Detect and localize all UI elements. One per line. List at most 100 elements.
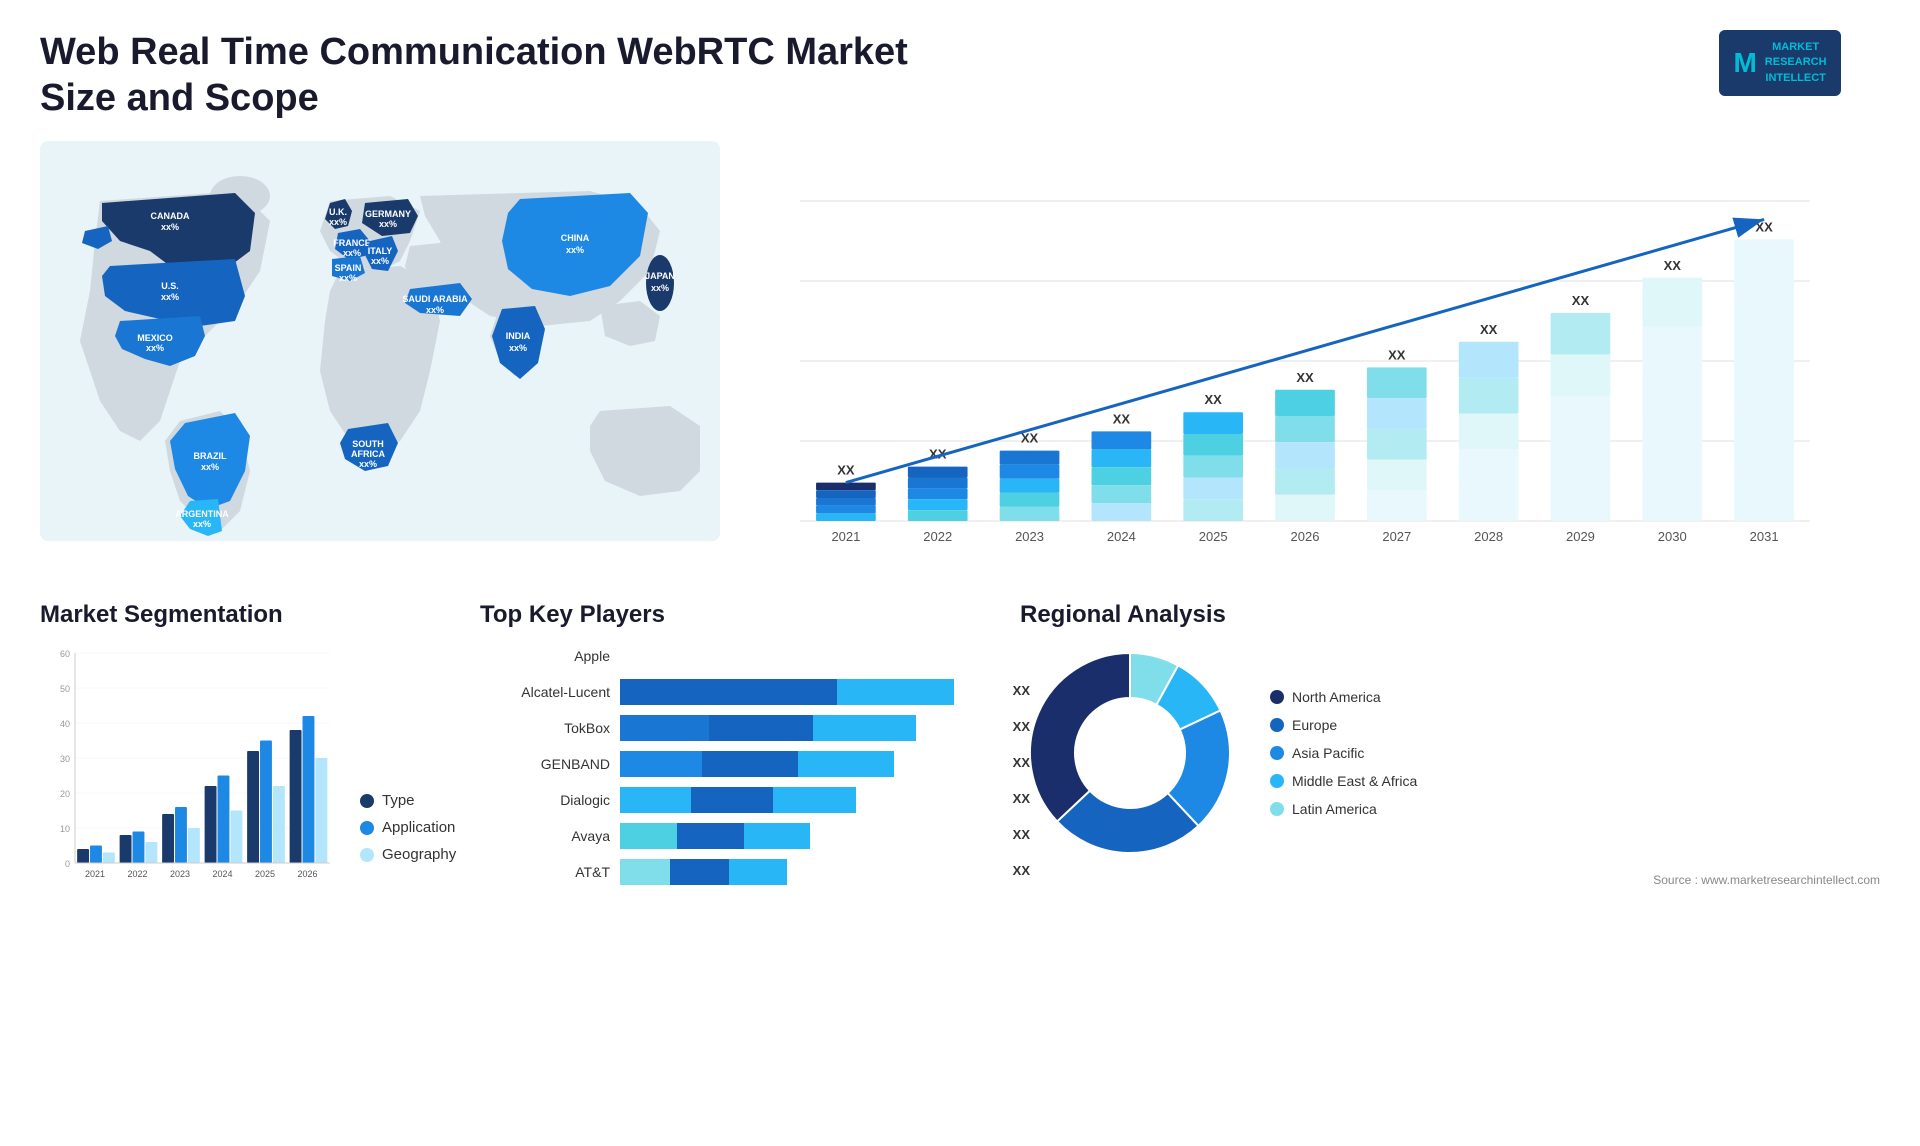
legend-label-application: Application xyxy=(382,819,455,836)
svg-text:2023: 2023 xyxy=(1015,529,1044,544)
svg-text:xx%: xx% xyxy=(193,519,211,529)
china-label: CHINA xyxy=(561,233,590,243)
regional-legend-item: North America xyxy=(1270,689,1417,705)
svg-text:XX: XX xyxy=(1296,370,1314,385)
svg-text:2026: 2026 xyxy=(297,869,317,879)
player-bar-segment xyxy=(620,715,709,741)
legend-type: Type xyxy=(360,792,456,809)
donut-chart xyxy=(1020,643,1240,863)
svg-text:2024: 2024 xyxy=(212,869,232,879)
canada-label: CANADA xyxy=(151,211,190,221)
player-row: Dialogic XX xyxy=(480,787,1000,813)
player-bar-wrap xyxy=(620,643,1000,669)
bar-chart-svg: XX2021XX2022XX2023XX2024XX2025XX2026XX20… xyxy=(760,151,1880,571)
player-bar-segment xyxy=(744,823,811,849)
svg-text:50: 50 xyxy=(60,684,70,694)
svg-text:2028: 2028 xyxy=(1474,529,1503,544)
svg-text:60: 60 xyxy=(60,649,70,659)
players-title: Top Key Players xyxy=(480,601,1000,629)
svg-text:2021: 2021 xyxy=(831,529,860,544)
svg-text:2030: 2030 xyxy=(1658,529,1687,544)
regional-legend-item: Asia Pacific xyxy=(1270,745,1417,761)
regional-legend-item: Latin America xyxy=(1270,801,1417,817)
player-bar-container xyxy=(620,787,1000,813)
regional-legend-dot xyxy=(1270,690,1284,704)
svg-text:xx%: xx% xyxy=(566,245,584,255)
regional-title: Regional Analysis xyxy=(1020,601,1880,629)
player-name: Dialogic xyxy=(480,792,610,808)
svg-text:XX: XX xyxy=(1113,412,1131,427)
player-value: XX xyxy=(1013,863,1030,878)
player-bar-wrap: XX xyxy=(620,715,1000,741)
svg-text:2029: 2029 xyxy=(1566,529,1595,544)
logo: M MARKET RESEARCH INTELLECT xyxy=(1680,30,1880,96)
svg-text:xx%: xx% xyxy=(161,222,179,232)
regional-legend: North America Europe Asia Pacific Middle Ea… xyxy=(1270,689,1417,817)
svg-text:0: 0 xyxy=(65,859,70,869)
players-list: AppleAlcatel-LucentXXTokBoxXXGENBANDXXDi… xyxy=(480,643,1000,885)
player-name: Alcatel-Lucent xyxy=(480,684,610,700)
player-bar-segment xyxy=(729,859,788,885)
us-label: U.S. xyxy=(161,281,179,291)
player-bar-wrap: XX xyxy=(620,679,1000,705)
svg-text:2025: 2025 xyxy=(255,869,275,879)
svg-text:XX: XX xyxy=(1205,392,1223,407)
player-bar-segment xyxy=(620,751,702,777)
player-bar-container xyxy=(620,751,1000,777)
world-map: CANADA xx% U.S. xx% MEXICO xx% BRAZIL xx… xyxy=(40,141,720,541)
regional-legend-label: North America xyxy=(1292,689,1381,705)
player-bar-segment xyxy=(773,787,855,813)
player-bar-wrap: XX xyxy=(620,787,1000,813)
player-name: TokBox xyxy=(480,720,610,736)
legend-dot-geography xyxy=(360,848,374,862)
regional-legend-dot xyxy=(1270,746,1284,760)
france-label: FRANCE xyxy=(333,238,371,248)
svg-text:XX: XX xyxy=(1388,348,1406,363)
regional-legend-label: Asia Pacific xyxy=(1292,745,1364,761)
bar-chart-container: XX2021XX2022XX2023XX2024XX2025XX2026XX20… xyxy=(760,151,1880,571)
top-players-section: Top Key Players Apple Alcatel-Lucent XX Tok… xyxy=(480,601,1000,895)
player-name: Apple xyxy=(480,648,610,664)
svg-text:2027: 2027 xyxy=(1382,529,1411,544)
player-bar-wrap: XX xyxy=(620,859,1000,885)
svg-text:xx%: xx% xyxy=(161,292,179,302)
player-name: Avaya xyxy=(480,828,610,844)
regional-legend-item: Middle East & Africa xyxy=(1270,773,1417,789)
india-label: INDIA xyxy=(506,331,531,341)
svg-text:xx%: xx% xyxy=(509,343,527,353)
player-name: AT&T xyxy=(480,864,610,880)
player-bar-segment xyxy=(670,859,729,885)
svg-text:XX: XX xyxy=(837,463,855,478)
svg-text:xx%: xx% xyxy=(359,459,377,469)
segmentation-chart: 0102030405060202120222023202420252026 Ty… xyxy=(40,643,460,893)
svg-text:2024: 2024 xyxy=(1107,529,1136,544)
logo-line2: RESEARCH xyxy=(1765,56,1827,68)
regional-legend-item: Europe xyxy=(1270,717,1417,733)
player-bar-container xyxy=(620,679,1000,705)
legend-dot-type xyxy=(360,794,374,808)
player-row: AT&T XX xyxy=(480,859,1000,885)
player-bar-segment xyxy=(720,679,837,705)
bottom-row: Market Segmentation 01020304050602021202… xyxy=(40,601,1880,895)
logo-line3: INTELLECT xyxy=(1765,72,1826,84)
italy-label: ITALY xyxy=(368,246,393,256)
source-text: Source : www.marketresearchintellect.com xyxy=(1020,873,1880,887)
player-bar-segment xyxy=(709,715,813,741)
uk-label: U.K. xyxy=(329,207,347,217)
player-bar-segment xyxy=(837,679,954,705)
player-bar-container xyxy=(620,823,1000,849)
svg-text:XX: XX xyxy=(1664,258,1682,273)
map-section: CANADA xx% U.S. xx% MEXICO xx% BRAZIL xx… xyxy=(40,141,720,571)
player-bar-segment xyxy=(620,787,691,813)
svg-text:20: 20 xyxy=(60,789,70,799)
top-row: CANADA xx% U.S. xx% MEXICO xx% BRAZIL xx… xyxy=(40,141,1880,571)
svg-text:xx%: xx% xyxy=(146,343,164,353)
segmentation-title: Market Segmentation xyxy=(40,601,460,629)
logo-m-letter: M xyxy=(1733,45,1756,81)
legend-application: Application xyxy=(360,819,456,836)
logo-text: MARKET RESEARCH INTELLECT xyxy=(1765,40,1827,86)
player-bar-segment xyxy=(702,751,798,777)
germany-label: GERMANY xyxy=(365,209,411,219)
player-bar-container xyxy=(620,859,1000,885)
svg-text:2022: 2022 xyxy=(923,529,952,544)
